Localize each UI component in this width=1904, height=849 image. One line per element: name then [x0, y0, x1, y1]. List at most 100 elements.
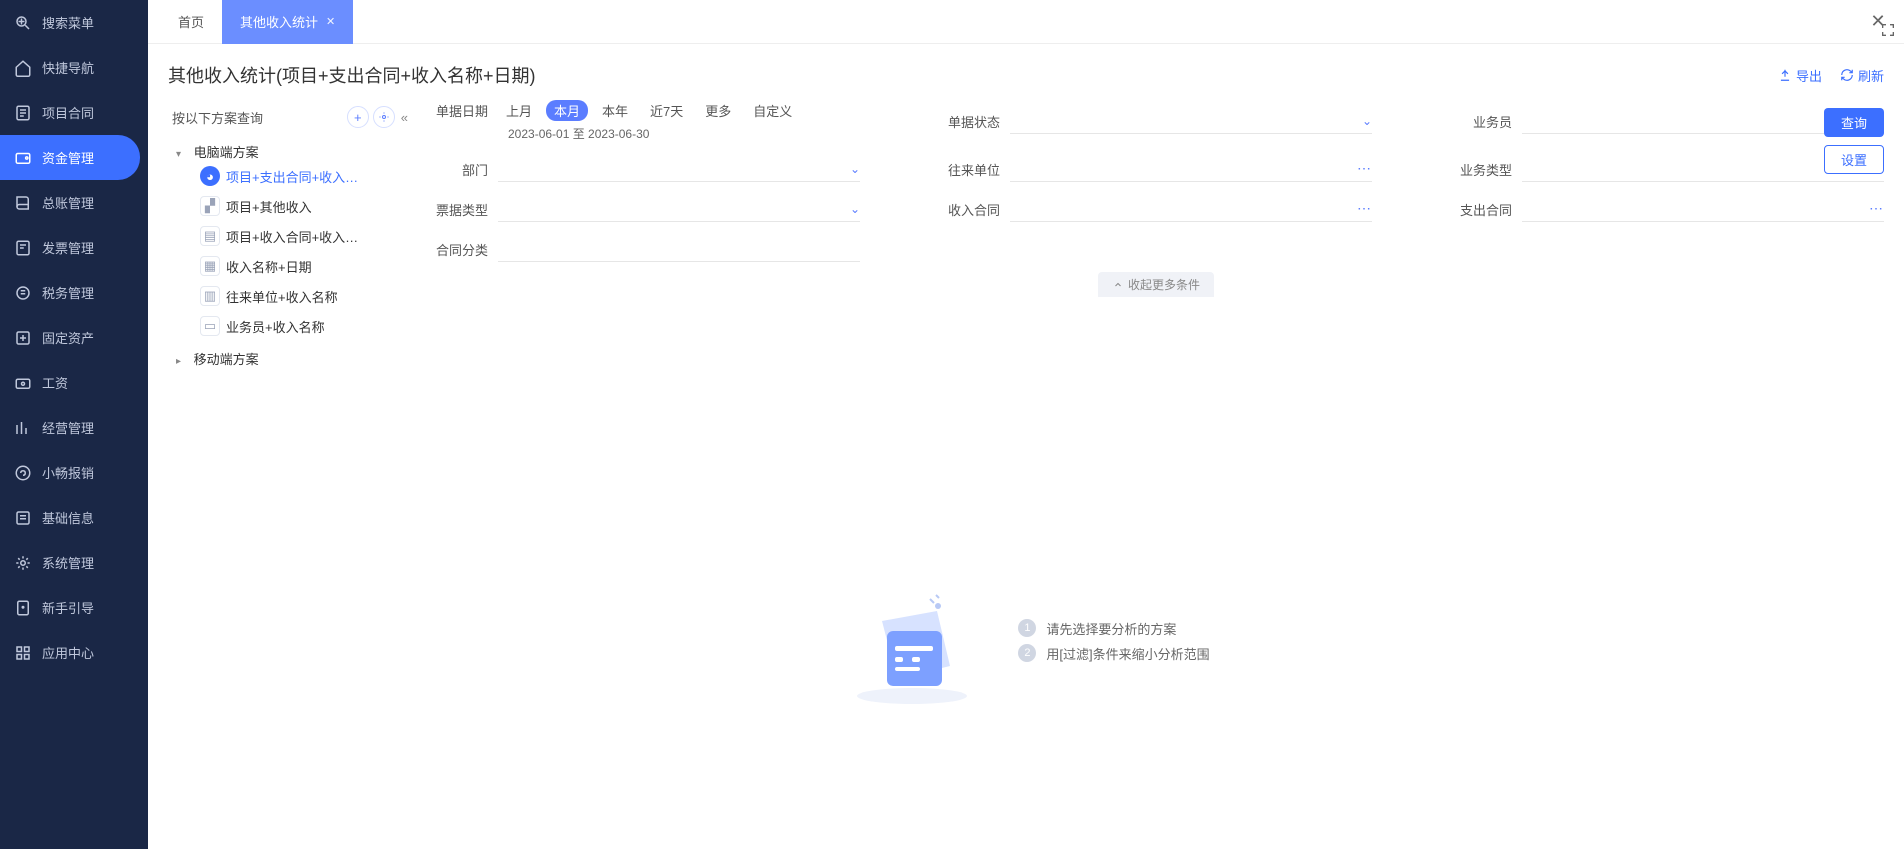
salary-icon [14, 374, 32, 392]
export-button[interactable]: 导出 [1778, 66, 1822, 85]
page-title: 其他收入统计(项目+支出合同+收入名称+日期) [168, 62, 1760, 88]
sidebar-item-invoice[interactable]: 发票管理 [0, 225, 148, 270]
date-chip-this-month[interactable]: 本月 [546, 100, 588, 121]
income-contract-picker[interactable]: ⋯ [1010, 196, 1372, 222]
sidebar-item-search[interactable]: 搜索菜单 [0, 0, 148, 45]
tax-icon [14, 284, 32, 302]
scheme-item-1[interactable]: ▞ 项目+其他收入 [194, 191, 408, 221]
sidebar-item-quicknav[interactable]: 快捷导航 [0, 45, 148, 90]
sidebar-item-label: 系统管理 [42, 553, 94, 572]
sidebar-item-tax[interactable]: 税务管理 [0, 270, 148, 315]
collapse-panel-button[interactable]: « [401, 110, 408, 125]
date-chip-7days[interactable]: 近7天 [642, 100, 691, 121]
tree-group-desktop[interactable]: 电脑端方案 [194, 145, 259, 160]
sidebar-item-expense[interactable]: 小畅报销 [0, 450, 148, 495]
doc-icon [14, 104, 32, 122]
sidebar-item-label: 经营管理 [42, 418, 94, 437]
scheme-tree: ▾ 电脑端方案 ◕项目+支出合同+收入… ▞ 项目+其他收入 ▤ 项目+收入合同+收… [168, 138, 408, 372]
scheme-item-label: 项目+收入合同+收入… [226, 227, 358, 246]
sidebar-item-label: 工资 [42, 373, 68, 392]
guide-icon [14, 599, 32, 617]
settings-button[interactable]: 设置 [1824, 145, 1884, 174]
add-scheme-button[interactable]: + [347, 106, 369, 128]
date-chip-this-year[interactable]: 本年 [594, 100, 636, 121]
sidebar-item-operation[interactable]: 经营管理 [0, 405, 148, 450]
filter-label-vouchertype: 票据类型 [428, 200, 498, 219]
home-icon [14, 59, 32, 77]
scheme-item-label: 往来单位+收入名称 [226, 287, 338, 306]
step-number: 2 [1018, 644, 1036, 662]
sidebar-item-label: 税务管理 [42, 283, 94, 302]
tab-label: 首页 [178, 12, 204, 31]
sidebar-item-salary[interactable]: 工资 [0, 360, 148, 405]
apps-icon [14, 644, 32, 662]
export-icon [1778, 68, 1792, 82]
chevron-down-icon: ⌄ [850, 202, 860, 216]
scheme-item-label: 项目+其他收入 [226, 197, 312, 216]
sidebar-item-label: 资金管理 [42, 148, 94, 167]
scheme-item-0[interactable]: ◕项目+支出合同+收入… [194, 161, 408, 191]
filter-label-dept: 部门 [428, 160, 498, 179]
step-number: 1 [1018, 619, 1036, 637]
doc-icon: ▤ [200, 226, 220, 246]
expend-contract-picker[interactable]: ⋯ [1522, 196, 1884, 222]
sidebar-item-label: 小畅报销 [42, 463, 94, 482]
chart-icon: ▞ [200, 196, 220, 216]
vouchertype-select[interactable]: ⌄ [498, 196, 860, 222]
sidebar-item-ledger[interactable]: 总账管理 [0, 180, 148, 225]
sidebar-item-funds[interactable]: 资金管理 [0, 135, 140, 180]
category-input[interactable] [498, 236, 860, 262]
date-range-text: 2023-06-01 至 2023-06-30 [428, 125, 860, 142]
close-icon[interactable]: ✕ [326, 15, 335, 28]
filter-label-category: 合同分类 [428, 240, 498, 259]
list-icon: ▭ [200, 316, 220, 336]
tabbar: 首页 其他收入统计 ✕ ✕ [148, 0, 1904, 44]
sidebar-item-label: 发票管理 [42, 238, 94, 257]
scheme-item-5[interactable]: ▭ 业务员+收入名称 [194, 311, 408, 341]
filter-area: 按以下方案查询 + « ▾ 电脑端方案 ◕项目+支出合同+收入… ▞项目+其他收… [148, 100, 1904, 372]
collapse-filters-button[interactable]: 收起更多条件 [1098, 272, 1214, 297]
status-select[interactable]: ⌄ [1010, 108, 1372, 134]
sidebar-item-system[interactable]: 系统管理 [0, 540, 148, 585]
main: 首页 其他收入统计✕ ✕ 其他收入统计(项目+支出合同+收入名称+日期) 导出 … [148, 0, 1904, 849]
caret-right-icon[interactable]: ▸ [176, 356, 186, 367]
more-icon: ⋯ [1357, 160, 1372, 177]
partner-picker[interactable]: ⋯ [1010, 156, 1372, 182]
tab-home[interactable]: 首页 [160, 0, 222, 44]
tab-label: 其他收入统计 [240, 12, 318, 31]
refresh-button[interactable]: 刷新 [1840, 66, 1884, 85]
filter-label-income-contract: 收入合同 [940, 200, 1010, 219]
scheme-item-3[interactable]: ▦收入名称+日期 [194, 251, 408, 281]
sidebar-item-fixed-assets[interactable]: 固定资产 [0, 315, 148, 360]
gear-icon [14, 554, 32, 572]
date-chip-custom[interactable]: 自定义 [745, 100, 800, 121]
query-button[interactable]: 查询 [1824, 108, 1884, 137]
sidebar-item-baseinfo[interactable]: 基础信息 [0, 495, 148, 540]
more-icon: ⋯ [1357, 200, 1372, 217]
sidebar-item-guide[interactable]: 新手引导 [0, 585, 148, 630]
sidebar-item-label: 基础信息 [42, 508, 94, 527]
fullscreen-button[interactable] [1876, 18, 1900, 42]
date-chip-more[interactable]: 更多 [697, 100, 739, 121]
empty-illustration [842, 571, 982, 711]
dept-select[interactable]: ⌄ [498, 156, 860, 182]
scheme-item-4[interactable]: ▥往来单位+收入名称 [194, 281, 408, 311]
scheme-item-label: 业务员+收入名称 [226, 317, 325, 336]
caret-down-icon[interactable]: ▾ [176, 149, 186, 160]
scheme-item-label: 项目+支出合同+收入… [226, 167, 358, 186]
empty-step-text: 用[过滤]条件来缩小分析范围 [1046, 644, 1209, 663]
wallet-icon [14, 149, 32, 167]
sidebar-item-contract[interactable]: 项目合同 [0, 90, 148, 135]
filter-label-status: 单据状态 [940, 112, 1010, 131]
sidebar-item-label: 快捷导航 [42, 58, 94, 77]
tree-group-mobile[interactable]: 移动端方案 [194, 352, 259, 367]
sidebar-item-appcenter[interactable]: 应用中心 [0, 630, 148, 675]
gear-icon [378, 111, 390, 123]
scheme-settings-button[interactable] [373, 106, 395, 128]
scheme-item-2[interactable]: ▤ 项目+收入合同+收入… [194, 221, 408, 251]
book-icon [14, 194, 32, 212]
tab-other-income-stats[interactable]: 其他收入统计 ✕ [222, 0, 353, 44]
grid-icon: ▦ [200, 256, 220, 276]
search-icon [14, 14, 32, 32]
date-chip-last-month[interactable]: 上月 [498, 100, 540, 121]
